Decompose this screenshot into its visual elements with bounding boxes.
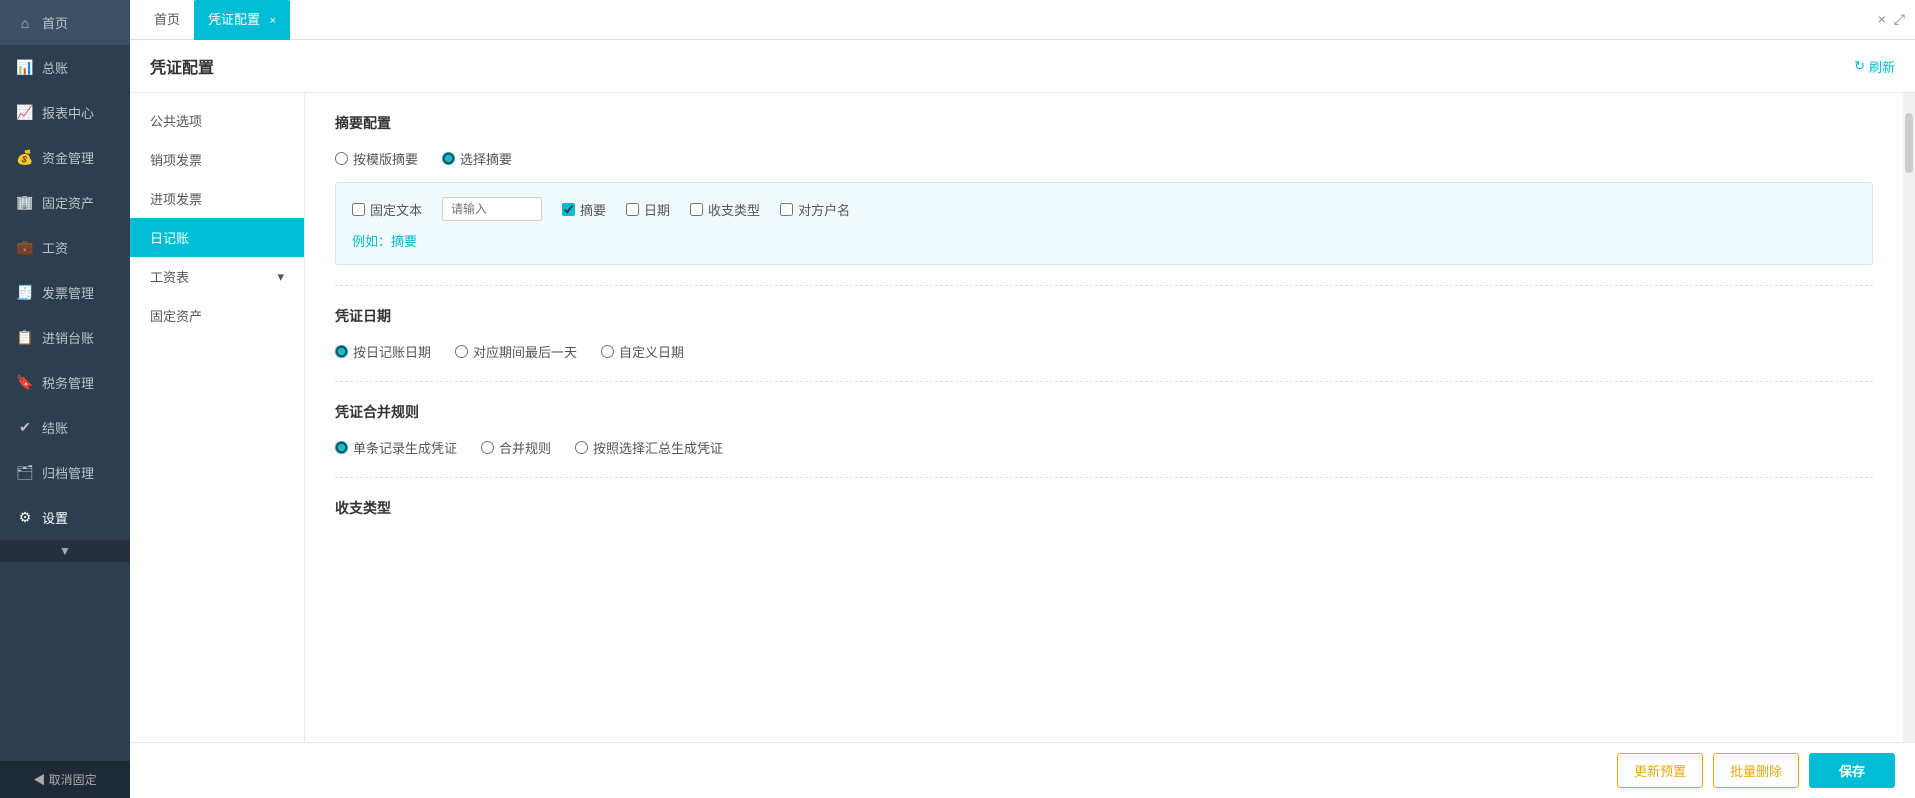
close-accounts-icon: ✔: [16, 419, 34, 436]
date-radio-period-last[interactable]: 对应期间最后一天: [455, 342, 577, 361]
sidebar-item-settings[interactable]: ⚙ 设置: [0, 495, 130, 540]
checkbox-fixed-text[interactable]: 固定文本: [352, 200, 422, 219]
merge-radio-aggregate[interactable]: 按照选择汇总生成凭证: [575, 438, 723, 457]
income-type-title: 收支类型: [335, 498, 1873, 518]
page-header: 凭证配置 ↻ 刷新: [130, 40, 1915, 93]
sidebar-item-salary[interactable]: 💼 工资: [0, 225, 130, 270]
content-area: 公共选项 销项发票 进项发票 日记账 工资表 ▾ 固定资产 摘要配置: [130, 93, 1915, 742]
tab-close-icon[interactable]: ×: [270, 15, 276, 27]
date-title: 凭证日期: [335, 306, 1873, 326]
tab-bar: 首页 凭证配置 × × ⤢: [130, 0, 1915, 40]
left-nav-purchase-invoice[interactable]: 进项发票: [130, 179, 304, 218]
salary-icon: 💼: [16, 239, 34, 256]
fixed-text-input[interactable]: [442, 197, 542, 221]
pin-icon: ◀: [33, 773, 45, 787]
checkbox-date[interactable]: 日期: [626, 200, 670, 219]
summary-radio-select[interactable]: 选择摘要: [442, 149, 512, 168]
main-area: 首页 凭证配置 × × ⤢ 凭证配置 ↻ 刷新 公共选项 销项发票 进项: [130, 0, 1915, 798]
tab-home[interactable]: 首页: [140, 0, 194, 40]
left-nav-journal[interactable]: 日记账: [130, 218, 304, 257]
invoice-icon: 🧾: [16, 284, 34, 301]
sidebar-item-close[interactable]: ✔ 结账: [0, 405, 130, 450]
scrollbar[interactable]: [1903, 93, 1915, 742]
settings-icon: ⚙: [16, 509, 34, 526]
update-preview-button[interactable]: 更新预置: [1617, 753, 1703, 788]
sidebar-item-funds[interactable]: 💰 资金管理: [0, 135, 130, 180]
summary-config-box: 固定文本 摘要 日期 收支类型: [335, 182, 1873, 265]
checkbox-income-type[interactable]: 收支类型: [690, 200, 760, 219]
refresh-icon: ↻: [1854, 58, 1865, 74]
checkbox-summary[interactable]: 摘要: [562, 200, 606, 219]
sidebar-item-ledger[interactable]: 📊 总账: [0, 45, 130, 90]
left-nav-fixed-assets[interactable]: 固定资产: [130, 296, 304, 335]
sidebar-item-invoice[interactable]: 🧾 发票管理: [0, 270, 130, 315]
date-radio-journal[interactable]: 按日记账日期: [335, 342, 431, 361]
summary-example: 例如：摘要: [352, 231, 1856, 250]
date-radio-group: 按日记账日期 对应期间最后一天 自定义日期: [335, 342, 1873, 361]
window-max-icon[interactable]: ⤢: [1894, 11, 1905, 28]
income-type-section: 收支类型: [335, 498, 1873, 554]
tab-voucher-config[interactable]: 凭证配置 ×: [194, 0, 290, 40]
archive-icon: 🗂: [16, 464, 34, 481]
merge-title: 凭证合并规则: [335, 402, 1873, 422]
page-title: 凭证配置: [150, 54, 214, 78]
left-nav: 公共选项 销项发票 进项发票 日记账 工资表 ▾ 固定资产: [130, 93, 305, 742]
save-button[interactable]: 保存: [1809, 753, 1895, 788]
funds-icon: 💰: [16, 149, 34, 166]
home-icon: ⌂: [16, 15, 34, 31]
left-nav-public[interactable]: 公共选项: [130, 101, 304, 140]
merge-radio-group: 单条记录生成凭证 合并规则 按照选择汇总生成凭证: [335, 438, 1873, 457]
scroll-thumb[interactable]: [1905, 113, 1913, 173]
chevron-down-icon: ▾: [277, 269, 284, 285]
checkbox-counterparty[interactable]: 对方户名: [780, 200, 850, 219]
summary-checkbox-row: 固定文本 摘要 日期 收支类型: [352, 197, 1856, 221]
merge-radio-merge[interactable]: 合并规则: [481, 438, 551, 457]
cancel-pin-button[interactable]: ◀ 取消固定: [0, 761, 130, 798]
ledger-icon: 📊: [16, 59, 34, 76]
sidebar: ⌂ 首页 📊 总账 📈 报表中心 💰 资金管理 🏢 固定资产 💼 工资 🧾 发票…: [0, 0, 130, 798]
date-section: 凭证日期 按日记账日期 对应期间最后一天 自定义日期: [335, 306, 1873, 382]
left-nav-sales-invoice[interactable]: 销项发票: [130, 140, 304, 179]
sidebar-item-purchase-sales[interactable]: 📋 进销台账: [0, 315, 130, 360]
sidebar-item-tax[interactable]: 🔖 税务管理: [0, 360, 130, 405]
report-icon: 📈: [16, 104, 34, 121]
tax-icon: 🔖: [16, 374, 34, 391]
window-close-icon[interactable]: ×: [1878, 11, 1886, 28]
bottom-bar: 更新预置 批量删除 保存: [130, 742, 1915, 798]
sidebar-scroll-down[interactable]: ▼: [0, 540, 130, 562]
merge-section: 凭证合并规则 单条记录生成凭证 合并规则 按照选择汇总生成凭证: [335, 402, 1873, 478]
summary-radio-group: 按模版摘要 选择摘要: [335, 149, 1873, 168]
assets-icon: 🏢: [16, 194, 34, 211]
sidebar-item-report[interactable]: 📈 报表中心: [0, 90, 130, 135]
left-nav-payroll[interactable]: 工资表 ▾: [130, 257, 304, 296]
refresh-button[interactable]: ↻ 刷新: [1854, 57, 1895, 76]
sidebar-item-assets[interactable]: 🏢 固定资产: [0, 180, 130, 225]
tab-bar-actions: × ⤢: [1878, 11, 1905, 28]
right-content: 摘要配置 按模版摘要 选择摘要 固定文本: [305, 93, 1903, 742]
summary-radio-template[interactable]: 按模版摘要: [335, 149, 418, 168]
summary-title: 摘要配置: [335, 113, 1873, 133]
sidebar-item-home[interactable]: ⌂ 首页: [0, 0, 130, 45]
purchase-sales-icon: 📋: [16, 329, 34, 346]
sidebar-item-archive[interactable]: 🗂 归档管理: [0, 450, 130, 495]
summary-section: 摘要配置 按模版摘要 选择摘要 固定文本: [335, 113, 1873, 286]
date-radio-custom[interactable]: 自定义日期: [601, 342, 684, 361]
merge-radio-single[interactable]: 单条记录生成凭证: [335, 438, 457, 457]
batch-delete-button[interactable]: 批量删除: [1713, 753, 1799, 788]
